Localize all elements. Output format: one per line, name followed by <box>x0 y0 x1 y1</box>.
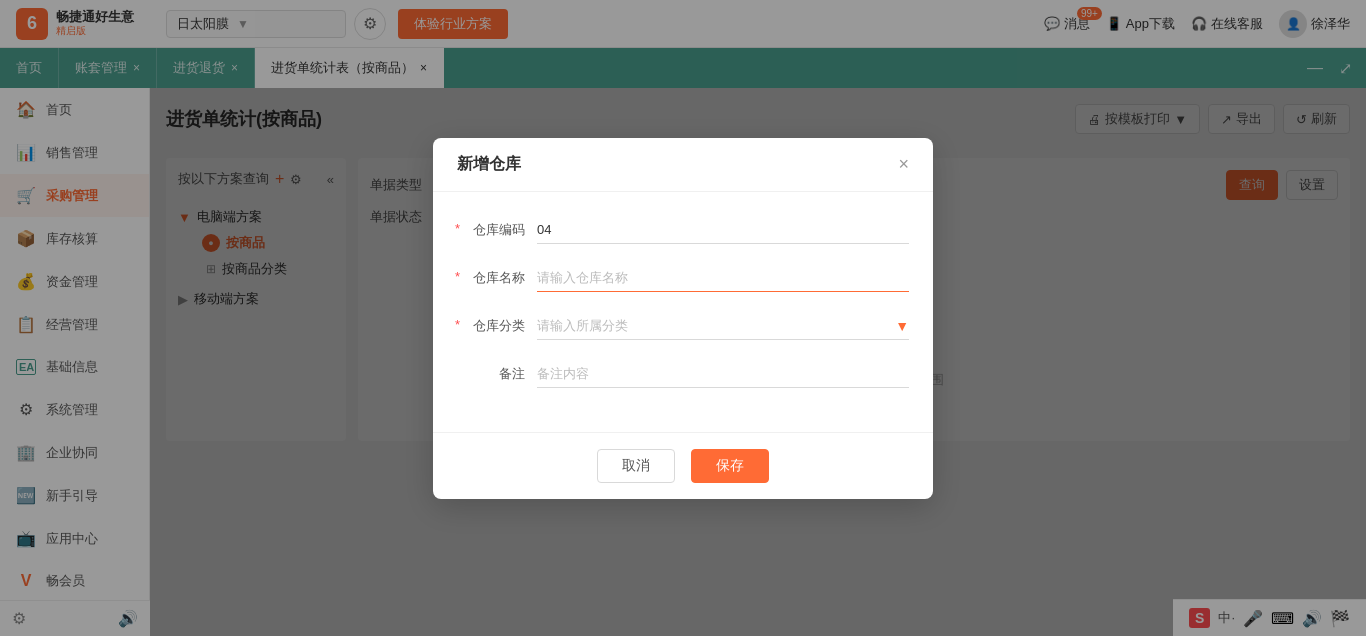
remarks-label: 备注 <box>457 365 537 383</box>
warehouse-name-row: 仓库名称 <box>457 264 909 292</box>
warehouse-code-row: 仓库编码 <box>457 216 909 244</box>
save-button[interactable]: 保存 <box>691 449 769 483</box>
warehouse-category-label: 仓库分类 <box>457 317 537 335</box>
modal-title: 新增仓库 <box>457 154 521 175</box>
modal-close-button[interactable]: × <box>898 154 909 175</box>
warehouse-modal: 新增仓库 × 仓库编码 仓库名称 仓库分类 请输入所属分类 ▼ <box>433 138 933 499</box>
warehouse-category-row: 仓库分类 请输入所属分类 ▼ <box>457 312 909 340</box>
modal-footer: 取消 保存 <box>433 432 933 499</box>
warehouse-category-wrapper: 请输入所属分类 ▼ <box>537 312 909 340</box>
warehouse-code-input[interactable] <box>537 216 909 244</box>
modal-header: 新增仓库 × <box>433 138 933 192</box>
warehouse-code-label: 仓库编码 <box>457 221 537 239</box>
warehouse-name-input[interactable] <box>537 264 909 292</box>
warehouse-category-select[interactable]: 请输入所属分类 <box>537 312 909 340</box>
remarks-input[interactable] <box>537 360 909 388</box>
modal-overlay: 新增仓库 × 仓库编码 仓库名称 仓库分类 请输入所属分类 ▼ <box>0 0 1366 636</box>
cancel-button[interactable]: 取消 <box>597 449 675 483</box>
remarks-row: 备注 <box>457 360 909 388</box>
warehouse-name-label: 仓库名称 <box>457 269 537 287</box>
modal-body: 仓库编码 仓库名称 仓库分类 请输入所属分类 ▼ 备注 <box>433 192 933 432</box>
